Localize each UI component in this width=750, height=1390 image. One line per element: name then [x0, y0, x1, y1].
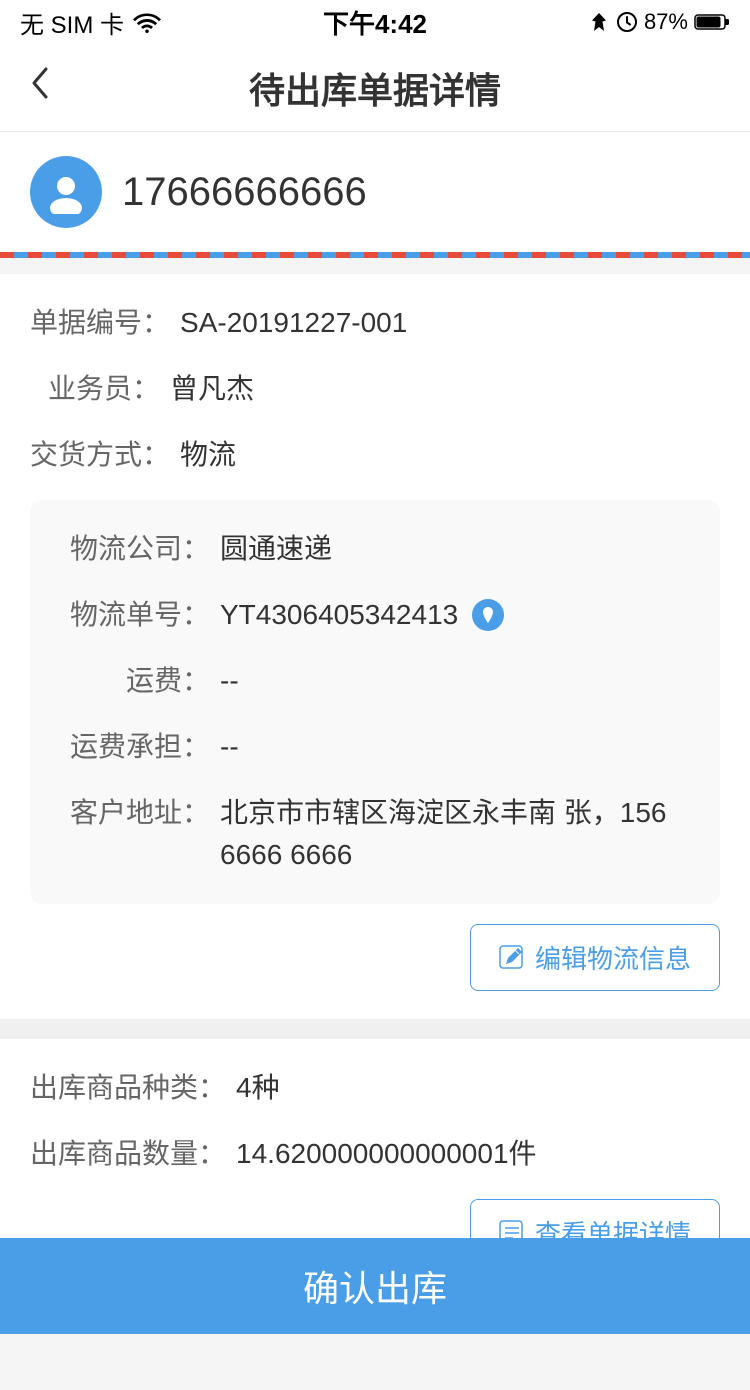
freight-bearer-row: 运费承担： -- — [60, 726, 690, 768]
logistics-company-row: 物流公司： 圆通速递 — [60, 528, 690, 570]
gray-divider — [0, 1019, 750, 1039]
goods-type-row: 出库商品种类： 4种 — [30, 1067, 720, 1109]
battery-icon — [694, 13, 730, 31]
map-pin-icon — [479, 606, 497, 624]
back-button[interactable] — [28, 65, 50, 110]
delivery-method-value: 物流 — [180, 434, 720, 476]
dashed-divider — [0, 252, 750, 258]
battery-percent: 87% — [644, 9, 688, 35]
confirm-button-label: 确认出库 — [303, 1260, 447, 1312]
goods-type-label: 出库商品种类： — [30, 1067, 236, 1109]
delivery-method-row: 交货方式： 物流 — [30, 434, 720, 476]
track-location-button[interactable] — [472, 599, 504, 631]
salesperson-value: 曾凡杰 — [170, 368, 720, 410]
logistics-company-label: 物流公司： — [60, 528, 220, 570]
document-number-value: SA-20191227-001 — [180, 302, 720, 344]
freight-value: -- — [220, 660, 690, 702]
goods-quantity-value: 14.620000000000001件 — [236, 1133, 720, 1175]
logistics-tracking-row: 物流单号： YT4306405342413 — [60, 594, 690, 636]
status-time: 下午4:42 — [323, 4, 427, 41]
goods-quantity-row: 出库商品数量： 14.620000000000001件 — [30, 1133, 720, 1175]
freight-bearer-label: 运费承担： — [60, 726, 220, 768]
goods-quantity-label: 出库商品数量： — [30, 1133, 236, 1175]
person-icon — [44, 170, 88, 214]
edit-logistics-label: 编辑物流信息 — [535, 939, 691, 976]
confirm-button[interactable]: 确认出库 — [0, 1238, 750, 1334]
customer-address-value: 北京市市辖区海淀区永丰南 张，156 6666 6666 — [220, 792, 690, 876]
status-bar: 无 SIM 卡 下午4:42 87% — [0, 0, 750, 44]
logistics-tracking-label: 物流单号： — [60, 594, 220, 636]
freight-bearer-value: -- — [220, 726, 690, 768]
freight-row: 运费： -- — [60, 660, 690, 702]
edit-icon — [499, 945, 525, 971]
carrier-text: 无 SIM 卡 — [20, 5, 124, 40]
avatar — [30, 156, 102, 228]
logistics-company-value: 圆通速递 — [220, 528, 690, 570]
customer-address-row: 客户地址： 北京市市辖区海淀区永丰南 张，156 6666 6666 — [60, 792, 690, 876]
clock-icon — [616, 11, 638, 33]
delivery-method-label: 交货方式： — [30, 434, 180, 476]
freight-label: 运费： — [60, 660, 220, 702]
document-number-row: 单据编号： SA-20191227-001 — [30, 302, 720, 344]
status-right: 87% — [588, 9, 730, 35]
wifi-icon — [132, 11, 162, 33]
status-left: 无 SIM 卡 — [20, 5, 162, 40]
logistics-tracking-value: YT4306405342413 — [220, 594, 690, 636]
location-nav-icon — [588, 11, 610, 33]
customer-address-label: 客户地址： — [60, 792, 220, 834]
order-info-section: 单据编号： SA-20191227-001 业务员： 曾凡杰 交货方式： 物流 … — [0, 274, 750, 1019]
logistics-card: 物流公司： 圆通速递 物流单号： YT4306405342413 运费： -- — [30, 500, 720, 904]
document-number-label: 单据编号： — [30, 302, 180, 344]
edit-btn-row: 编辑物流信息 — [30, 924, 720, 991]
edit-logistics-button[interactable]: 编辑物流信息 — [470, 924, 720, 991]
goods-type-value: 4种 — [236, 1067, 720, 1109]
customer-phone: 17666666666 — [122, 170, 367, 215]
customer-header: 17666666666 — [0, 132, 750, 252]
page-title: 待出库单据详情 — [249, 62, 501, 114]
salesperson-row: 业务员： 曾凡杰 — [30, 368, 720, 410]
nav-bar: 待出库单据详情 — [0, 44, 750, 132]
salesperson-label: 业务员： — [30, 368, 170, 410]
